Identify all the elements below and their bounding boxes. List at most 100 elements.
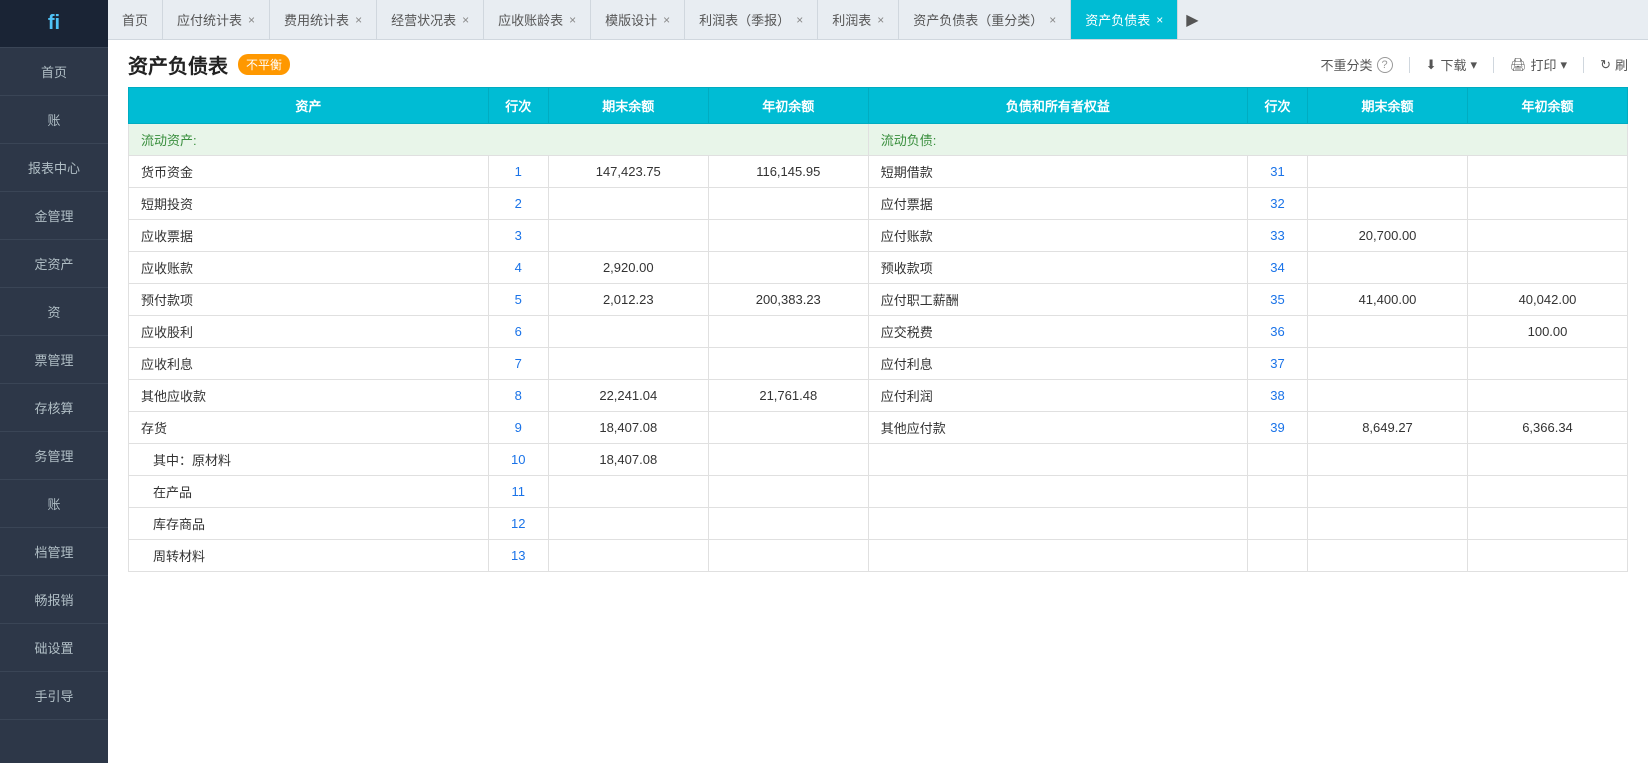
- right-end-balance-cell: [1308, 252, 1468, 284]
- right-name-cell: 应付利润: [868, 380, 1247, 412]
- tab-close-template-design[interactable]: ×: [663, 13, 670, 27]
- right-name-cell: 短期借款: [868, 156, 1247, 188]
- right-row-num-cell: 31: [1248, 156, 1308, 188]
- tab-close-receivable-aging[interactable]: ×: [569, 13, 576, 27]
- left-begin-balance-cell: [708, 412, 868, 444]
- col-liability: 负债和所有者权益: [868, 88, 1247, 124]
- sidebar-item-basic[interactable]: 础设置: [0, 624, 108, 672]
- left-name-cell: 其他应收款: [129, 380, 489, 412]
- table-row[interactable]: 应收账款 4 2,920.00 预收款项 34: [129, 252, 1628, 284]
- tab-expense-stats[interactable]: 费用统计表 ×: [270, 0, 377, 40]
- tab-close-balance[interactable]: ×: [1156, 13, 1163, 27]
- download-button[interactable]: ⬇ 下载 ▾: [1426, 55, 1477, 74]
- print-button[interactable]: 🖨 打印 ▾: [1510, 55, 1567, 74]
- main-content: 首页 应付统计表 × 费用统计表 × 经营状况表 × 应收账龄表 × 模版设计 …: [108, 0, 1648, 763]
- table-row[interactable]: 应收利息 7 应付利息 37: [129, 348, 1628, 380]
- header-actions: 不重分类 ? ⬇ 下载 ▾ 🖨 打印 ▾ ↻ 刷: [1321, 55, 1628, 74]
- sidebar-item-invoice[interactable]: 票管理: [0, 336, 108, 384]
- left-name-cell: 应收票据: [129, 220, 489, 252]
- page-title-area: 资产负债表 不平衡: [128, 50, 290, 79]
- sidebar-item-finance[interactable]: 金管理: [0, 192, 108, 240]
- left-begin-balance-cell: [708, 476, 868, 508]
- right-end-balance-cell: [1308, 188, 1468, 220]
- left-begin-balance-cell: [708, 444, 868, 476]
- tab-close-expense-stats[interactable]: ×: [355, 13, 362, 27]
- tab-close-payable-stats[interactable]: ×: [248, 13, 255, 27]
- left-name-cell: 应收账款: [129, 252, 489, 284]
- not-reclassify-info-icon[interactable]: ?: [1377, 57, 1393, 73]
- tab-close-balance-reclassify[interactable]: ×: [1049, 13, 1056, 27]
- table-row[interactable]: 周转材料 13: [129, 540, 1628, 572]
- table-row[interactable]: 货币资金 1 147,423.75 116,145.95 短期借款 31: [129, 156, 1628, 188]
- table-row[interactable]: 短期投资 2 应付票据 32: [129, 188, 1628, 220]
- tab-operation-status[interactable]: 经营状况表 ×: [377, 0, 484, 40]
- col-row-num-left: 行次: [488, 88, 548, 124]
- table-row[interactable]: 预付款项 5 2,012.23 200,383.23 应付职工薪酬 35 41,…: [129, 284, 1628, 316]
- tab-balance[interactable]: 资产负债表 ×: [1071, 0, 1178, 40]
- table-row[interactable]: 应收票据 3 应付账款 33 20,700.00: [129, 220, 1628, 252]
- tab-template-design[interactable]: 模版设计 ×: [591, 0, 685, 40]
- col-end-balance-right: 期末余额: [1308, 88, 1468, 124]
- table-row[interactable]: 在产品 11: [129, 476, 1628, 508]
- not-reclassify-toggle[interactable]: 不重分类 ?: [1321, 55, 1393, 74]
- right-row-num-cell: 33: [1248, 220, 1308, 252]
- left-name-cell: 应收利息: [129, 348, 489, 380]
- sidebar: fi 首页 账 报表中心 金管理 定资产 资 票管理 存核算 务管理 账 档管理…: [0, 0, 108, 763]
- right-end-balance-cell: [1308, 540, 1468, 572]
- right-end-balance-cell: [1308, 380, 1468, 412]
- left-row-num-cell: 2: [488, 188, 548, 220]
- sidebar-item-expense[interactable]: 畅报销: [0, 576, 108, 624]
- right-begin-balance-cell: 100.00: [1468, 316, 1628, 348]
- table-row[interactable]: 库存商品 12: [129, 508, 1628, 540]
- print-icon: 🖨: [1510, 57, 1527, 73]
- left-name-cell: 周转材料: [129, 540, 489, 572]
- left-row-num-cell: 3: [488, 220, 548, 252]
- tab-scroll-right[interactable]: ▶: [1178, 10, 1206, 30]
- col-end-balance-left: 期末余额: [548, 88, 708, 124]
- sidebar-item-capital[interactable]: 资: [0, 288, 108, 336]
- right-row-num-cell: 34: [1248, 252, 1308, 284]
- sidebar-item-inventory[interactable]: 存核算: [0, 384, 108, 432]
- table-row[interactable]: 存货 9 18,407.08 其他应付款 39 8,649.27 6,366.3…: [129, 412, 1628, 444]
- refresh-button[interactable]: ↻ 刷: [1600, 55, 1628, 74]
- right-row-num-cell: 39: [1248, 412, 1308, 444]
- right-begin-balance-cell: [1468, 476, 1628, 508]
- left-row-num-cell: 4: [488, 252, 548, 284]
- sidebar-item-home[interactable]: 首页: [0, 48, 108, 96]
- sidebar-item-account[interactable]: 账: [0, 96, 108, 144]
- tab-balance-reclassify[interactable]: 资产负债表（重分类） ×: [899, 0, 1071, 40]
- section-current-assets: 流动资产: 流动负债:: [129, 124, 1628, 156]
- page-header: 资产负债表 不平衡 不重分类 ? ⬇ 下载 ▾ 🖨 打印 ▾ ↻: [108, 40, 1648, 87]
- left-end-balance-cell: 2,012.23: [548, 284, 708, 316]
- left-begin-balance-cell: [708, 348, 868, 380]
- right-name-cell: 应付账款: [868, 220, 1247, 252]
- sidebar-logo: fi: [0, 0, 108, 48]
- download-chevron-icon: ▾: [1470, 57, 1477, 73]
- tab-close-profit-quarterly[interactable]: ×: [796, 13, 803, 27]
- left-end-balance-cell: [548, 508, 708, 540]
- right-name-cell: 应付票据: [868, 188, 1247, 220]
- sidebar-item-affairs[interactable]: 务管理: [0, 432, 108, 480]
- table-row[interactable]: 其他应收款 8 22,241.04 21,761.48 应付利润 38: [129, 380, 1628, 412]
- sidebar-item-files[interactable]: 档管理: [0, 528, 108, 576]
- sidebar-item-fixed-assets[interactable]: 定资产: [0, 240, 108, 288]
- tab-receivable-aging[interactable]: 应收账龄表 ×: [484, 0, 591, 40]
- right-begin-balance-cell: 6,366.34: [1468, 412, 1628, 444]
- table-row[interactable]: 应收股利 6 应交税费 36 100.00: [129, 316, 1628, 348]
- sidebar-item-guide[interactable]: 手引导: [0, 672, 108, 720]
- sidebar-item-ledger[interactable]: 账: [0, 480, 108, 528]
- tab-profit-quarterly[interactable]: 利润表（季报） ×: [685, 0, 818, 40]
- left-begin-balance-cell: 21,761.48: [708, 380, 868, 412]
- left-name-cell: 预付款项: [129, 284, 489, 316]
- section-label-current-liabilities: 流动负债:: [868, 124, 1627, 156]
- tab-close-profit[interactable]: ×: [877, 13, 884, 27]
- left-row-num-cell: 8: [488, 380, 548, 412]
- table-area: 资产 行次 期末余额 年初余额 负债和所有者权益 行次 期末余额 年初余额 流动…: [108, 87, 1648, 763]
- tab-home[interactable]: 首页: [108, 0, 163, 40]
- sidebar-item-report[interactable]: 报表中心: [0, 144, 108, 192]
- download-icon: ⬇: [1426, 57, 1437, 73]
- tab-close-operation-status[interactable]: ×: [462, 13, 469, 27]
- tab-payable-stats[interactable]: 应付统计表 ×: [163, 0, 270, 40]
- table-row[interactable]: 其中：原材料 10 18,407.08: [129, 444, 1628, 476]
- tab-profit[interactable]: 利润表 ×: [818, 0, 899, 40]
